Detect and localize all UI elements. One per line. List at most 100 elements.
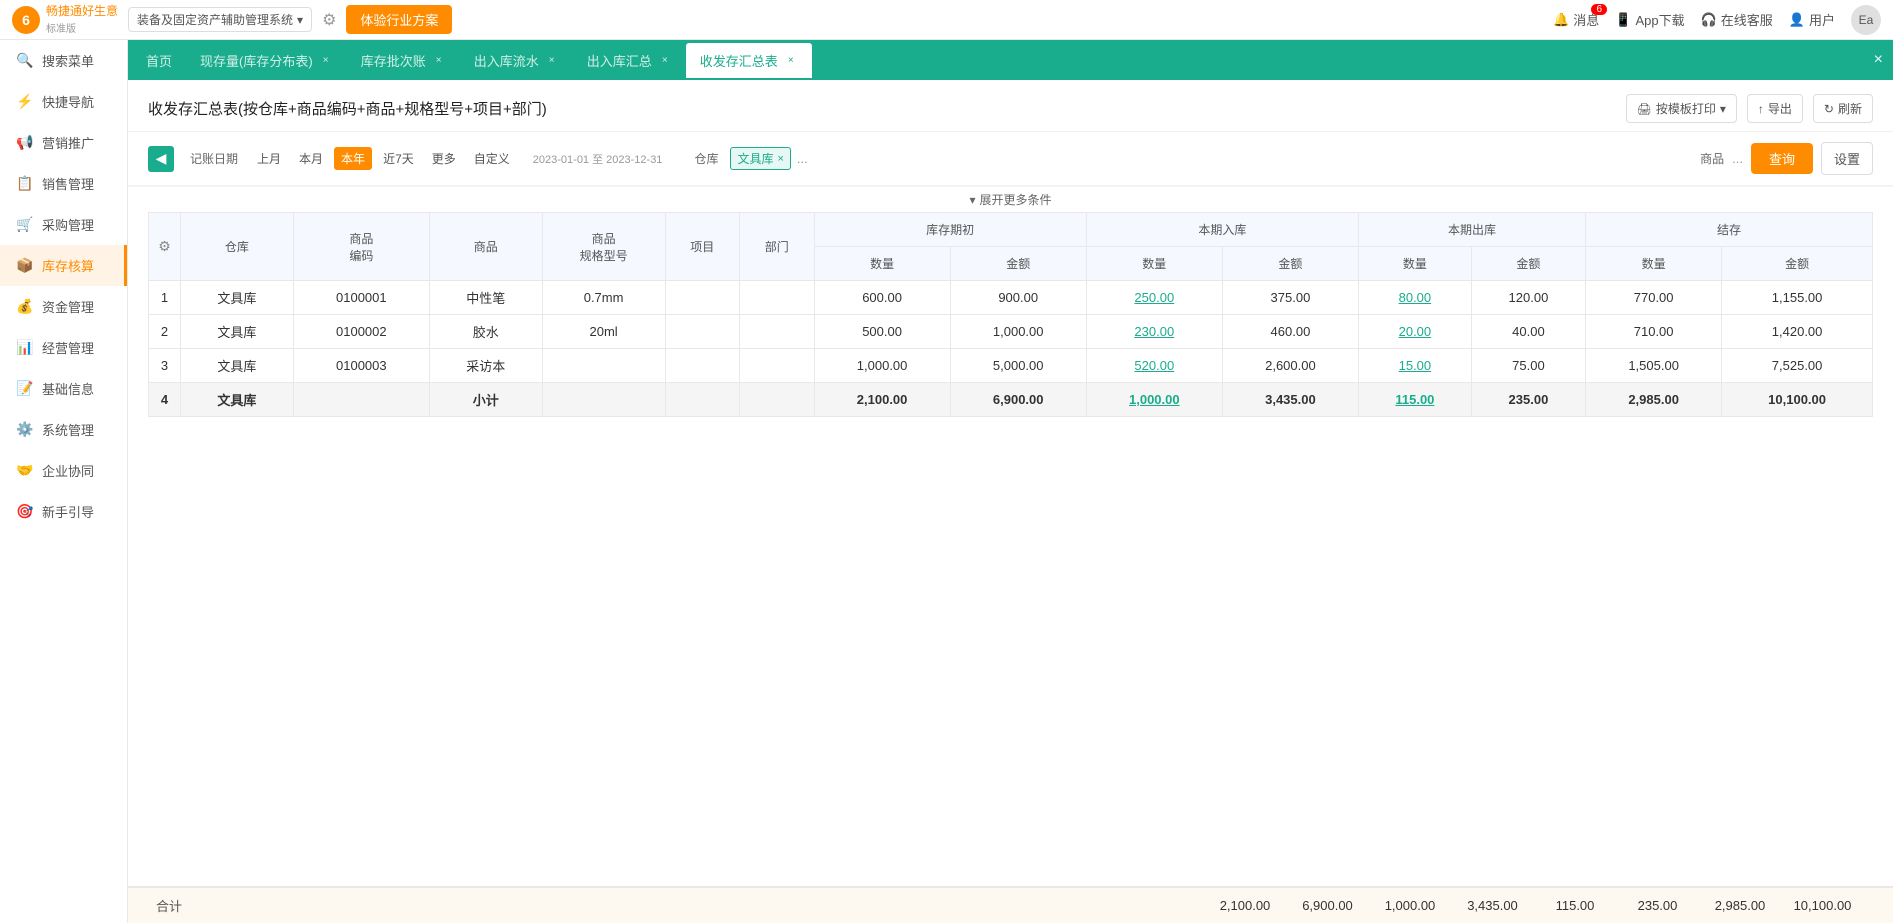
- table-gear-btn[interactable]: ⚙: [158, 238, 171, 254]
- date-btn-custom[interactable]: 自定义: [467, 147, 517, 170]
- tab-close-receive-summary[interactable]: ×: [784, 53, 798, 67]
- table-footer: 合计 2,100.00 6,900.00 1,000.00 3,435.00 1…: [128, 886, 1893, 923]
- cell-in-qty[interactable]: 230.00: [1086, 315, 1222, 349]
- online-service-btn[interactable]: 🎧 在线客服: [1701, 10, 1773, 29]
- col-out-qty: 数量: [1358, 247, 1471, 281]
- sidebar-item-quick[interactable]: ⚡ 快捷导航: [0, 81, 127, 122]
- date-btn-this-year[interactable]: 本年: [334, 147, 372, 170]
- sidebar-label-system: 系统管理: [42, 420, 94, 439]
- cell-out-qty-link[interactable]: 80.00: [1399, 290, 1432, 305]
- export-btn[interactable]: ↑ 导出: [1747, 94, 1803, 123]
- cell-out-qty-link[interactable]: 115.00: [1395, 392, 1434, 407]
- tab-stock-dist[interactable]: 现存量(库存分布表) ×: [186, 43, 347, 78]
- date-btn-7days[interactable]: 近7天: [376, 147, 421, 170]
- goods-more-btn[interactable]: ...: [1732, 151, 1743, 166]
- settings-icon[interactable]: ⚙: [322, 10, 336, 30]
- col-header-goods: 商品: [429, 213, 542, 281]
- cell-dept: [740, 349, 815, 383]
- base-info-icon: 📝: [16, 380, 34, 397]
- tab-receive-summary[interactable]: 收发存汇总表 ×: [686, 43, 812, 78]
- sidebar-item-inventory[interactable]: 📦 库存核算: [0, 245, 127, 286]
- phone-icon: 📱: [1615, 12, 1631, 28]
- cell-warehouse: 文具库: [181, 315, 294, 349]
- cell-in-qty[interactable]: 1,000.00: [1086, 383, 1222, 417]
- app-wrapper: 6 畅捷通好生意 标准版 装备及固定资产辅助管理系统 ▾ ⚙ 体验行业方案 🔔 …: [0, 0, 1893, 923]
- cell-out-qty-link[interactable]: 15.00: [1399, 358, 1432, 373]
- close-all-tabs-btn[interactable]: ×: [1868, 51, 1889, 69]
- cell-warehouse: 文具库: [181, 383, 294, 417]
- sidebar-item-sales[interactable]: 📋 销售管理: [0, 163, 127, 204]
- sidebar-item-system[interactable]: ⚙️ 系统管理: [0, 409, 127, 450]
- tab-home[interactable]: 首页: [132, 43, 186, 78]
- cell-open-amt: 900.00: [950, 281, 1086, 315]
- system-selector[interactable]: 装备及固定资产辅助管理系统 ▾: [128, 7, 312, 32]
- sidebar-label-base-info: 基础信息: [42, 379, 94, 398]
- filter-expand-btn[interactable]: ◀: [148, 146, 174, 172]
- warehouse-more-btn[interactable]: ...: [797, 151, 808, 166]
- cell-in-qty-link[interactable]: 1,000.00: [1129, 392, 1180, 407]
- sidebar-item-base-info[interactable]: 📝 基础信息: [0, 368, 127, 409]
- cell-out-qty[interactable]: 115.00: [1358, 383, 1471, 417]
- table-settings-header: ⚙: [149, 213, 181, 281]
- tab-close-inout-summary[interactable]: ×: [658, 53, 672, 67]
- col-header-warehouse: 仓库: [181, 213, 294, 281]
- cell-open-amt: 5,000.00: [950, 349, 1086, 383]
- cell-in-qty[interactable]: 520.00: [1086, 349, 1222, 383]
- date-btn-more[interactable]: 更多: [425, 147, 463, 170]
- cell-out-amt: 235.00: [1471, 383, 1585, 417]
- cell-out-qty[interactable]: 20.00: [1358, 315, 1471, 349]
- footer-in-qty: 1,000.00: [1370, 898, 1450, 913]
- refresh-btn[interactable]: ↻ 刷新: [1813, 94, 1873, 123]
- table-row: 1文具库0100001中性笔0.7mm600.00900.00250.00375…: [149, 281, 1873, 315]
- tab-inout-flow[interactable]: 出入库流水 ×: [460, 43, 573, 78]
- col-header-project: 项目: [665, 213, 740, 281]
- cell-in-amt: 375.00: [1222, 281, 1358, 315]
- main-area: 🔍 搜索菜单 ⚡ 快捷导航 📢 营销推广 📋 销售管理 🛒 采购管理 📦: [0, 40, 1893, 923]
- cell-in-qty-link[interactable]: 250.00: [1134, 290, 1174, 305]
- tab-close-stock-dist[interactable]: ×: [319, 53, 333, 67]
- query-button[interactable]: 查询: [1751, 143, 1813, 174]
- sidebar-item-guide[interactable]: 🎯 新手引导: [0, 491, 127, 532]
- tab-bar-end: ×: [1868, 51, 1889, 69]
- print-btn[interactable]: 🖨 按模板打印 ▾: [1626, 94, 1737, 123]
- sidebar-item-enterprise[interactable]: 🤝 企业协同: [0, 450, 127, 491]
- user-btn[interactable]: 👤 用户: [1789, 10, 1835, 29]
- inventory-icon: 📦: [16, 257, 34, 274]
- sidebar-item-finance[interactable]: 💰 资金管理: [0, 286, 127, 327]
- sidebar-item-purchase[interactable]: 🛒 采购管理: [0, 204, 127, 245]
- date-range-display: 2023-01-01 至 2023-12-31: [533, 151, 663, 167]
- sidebar-item-operations[interactable]: 📊 经营管理: [0, 327, 127, 368]
- page-header-actions: 🖨 按模板打印 ▾ ↑ 导出 ↻ 刷新: [1626, 94, 1873, 123]
- cell-in-qty-link[interactable]: 520.00: [1134, 358, 1174, 373]
- user-avatar[interactable]: Ea: [1851, 5, 1881, 35]
- sidebar-label-operations: 经营管理: [42, 338, 94, 357]
- tab-inout-summary[interactable]: 出入库汇总 ×: [573, 43, 686, 78]
- expand-more-conditions-btn[interactable]: ▾ 展开更多条件: [128, 186, 1893, 212]
- footer-in-amt: 3,435.00: [1450, 898, 1535, 913]
- cell-out-qty[interactable]: 80.00: [1358, 281, 1471, 315]
- cell-out-qty[interactable]: 15.00: [1358, 349, 1471, 383]
- cell-out-qty-link[interactable]: 20.00: [1399, 324, 1432, 339]
- date-btn-last-month[interactable]: 上月: [250, 147, 288, 170]
- sidebar-item-marketing[interactable]: 📢 营销推广: [0, 122, 127, 163]
- cell-in-qty-link[interactable]: 230.00: [1134, 324, 1174, 339]
- cell-in-qty[interactable]: 250.00: [1086, 281, 1222, 315]
- trial-button[interactable]: 体验行业方案: [346, 5, 452, 34]
- tab-close-inout-flow[interactable]: ×: [545, 53, 559, 67]
- settings-button[interactable]: 设置: [1821, 142, 1873, 175]
- cell-code: 0100003: [293, 349, 429, 383]
- date-btn-this-month[interactable]: 本月: [292, 147, 330, 170]
- cell-close-amt: 1,420.00: [1722, 315, 1873, 349]
- tab-close-batch[interactable]: ×: [432, 53, 446, 67]
- warehouse-tag-remove-btn[interactable]: ×: [777, 153, 783, 165]
- tab-batch[interactable]: 库存批次账 ×: [347, 43, 460, 78]
- sidebar-item-search[interactable]: 🔍 搜索菜单: [0, 40, 127, 81]
- message-btn[interactable]: 🔔 消息 6: [1553, 10, 1599, 29]
- cell-close-qty: 2,985.00: [1586, 383, 1722, 417]
- app-download-btn[interactable]: 📱 App下载: [1615, 10, 1684, 29]
- page-header: 收发存汇总表(按仓库+商品编码+商品+规格型号+项目+部门) 🖨 按模板打印 ▾…: [128, 80, 1893, 132]
- col-header-dept: 部门: [740, 213, 815, 281]
- col-header-spec: 商品规格型号: [542, 213, 665, 281]
- col-open-qty: 数量: [814, 247, 950, 281]
- tab-bar: 首页 现存量(库存分布表) × 库存批次账 × 出入库流水 × 出入库汇总 ×: [128, 40, 1893, 80]
